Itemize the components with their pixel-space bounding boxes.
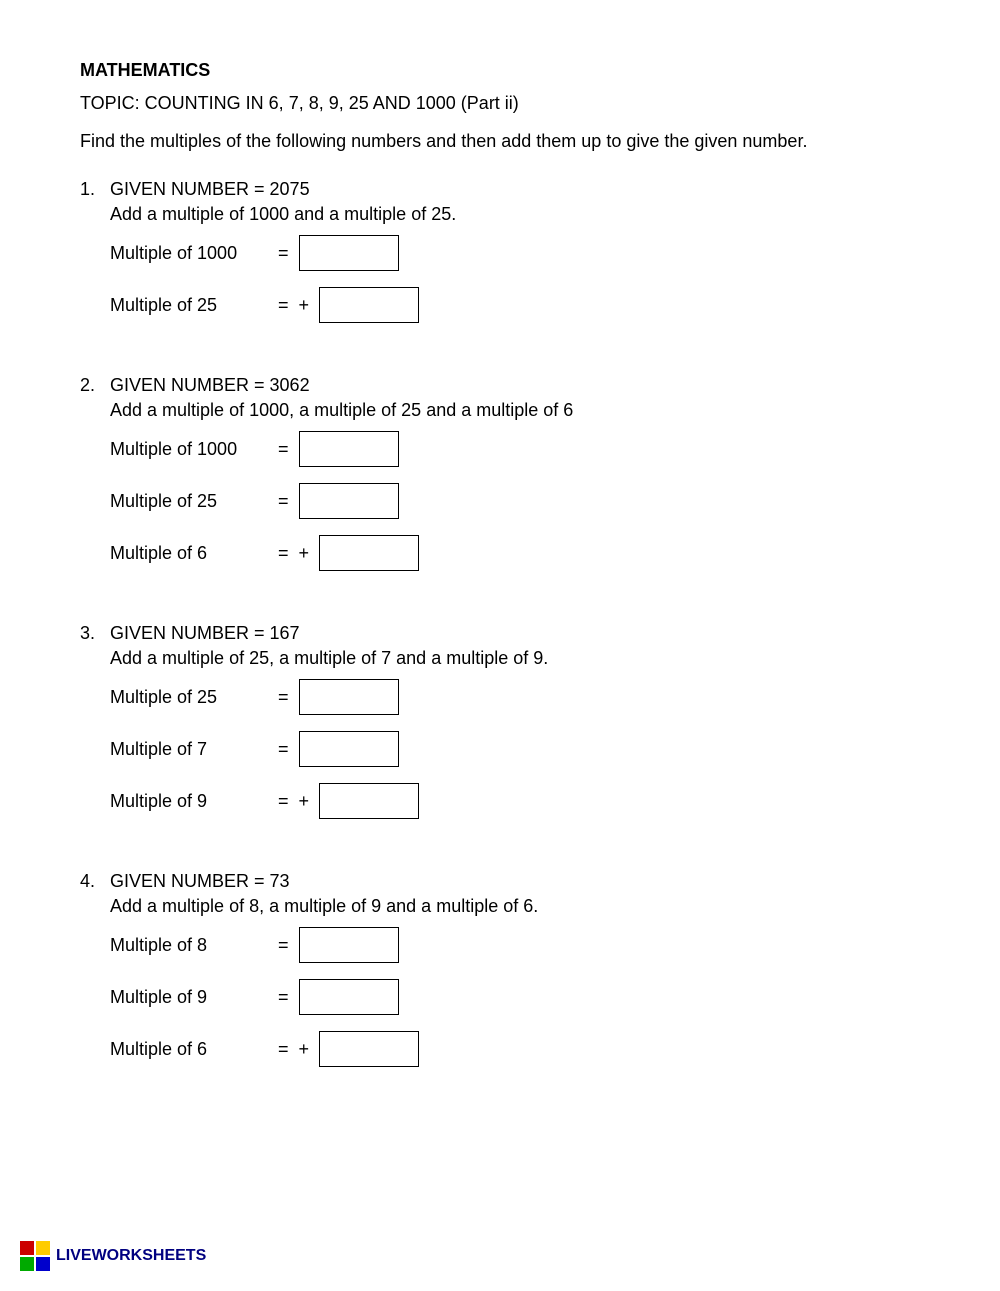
equals-sign-2-2: = <box>278 491 289 512</box>
answer-label-3-2: Multiple of 7 <box>110 739 270 760</box>
add-instruction-3: Add a multiple of 25, a multiple of 7 an… <box>110 648 920 669</box>
answer-box-2-3[interactable] <box>319 535 419 571</box>
equals-sign-4-2: = <box>278 987 289 1008</box>
equals-sign-3-3: = <box>278 791 289 812</box>
answer-box-1-1[interactable] <box>299 235 399 271</box>
logo-square-green <box>20 1257 34 1271</box>
equals-sign-3-2: = <box>278 739 289 760</box>
add-instruction-4: Add a multiple of 8, a multiple of 9 and… <box>110 896 920 917</box>
answer-box-2-1[interactable] <box>299 431 399 467</box>
question-header-1: 1.GIVEN NUMBER = 2075 Add a multiple of 1… <box>80 179 920 339</box>
plus-sign-2-3: + <box>299 543 310 564</box>
answer-row-3-1: Multiple of 25 = <box>110 679 920 715</box>
logo-square-blue <box>36 1257 50 1271</box>
answer-box-2-2[interactable] <box>299 483 399 519</box>
logo-icon <box>20 1241 50 1271</box>
question-number-4: 4. <box>80 871 110 892</box>
question-body-3: GIVEN NUMBER = 167 Add a multiple of 25, … <box>110 623 920 835</box>
given-number-3: GIVEN NUMBER = 167 <box>110 623 920 644</box>
answer-box-3-1[interactable] <box>299 679 399 715</box>
plus-sign-3-3: + <box>299 791 310 812</box>
question-body-2: GIVEN NUMBER = 3062 Add a multiple of 100… <box>110 375 920 587</box>
answer-row-2-1: Multiple of 1000 = <box>110 431 920 467</box>
answer-box-4-2[interactable] <box>299 979 399 1015</box>
equals-sign-1-1: = <box>278 243 289 264</box>
answer-label-1-1: Multiple of 1000 <box>110 243 270 264</box>
answer-box-4-1[interactable] <box>299 927 399 963</box>
question-header-4: 4.GIVEN NUMBER = 73 Add a multiple of 8, … <box>80 871 920 1083</box>
answer-box-3-3[interactable] <box>319 783 419 819</box>
add-instruction-1: Add a multiple of 1000 and a multiple of… <box>110 204 920 225</box>
answer-label-2-1: Multiple of 1000 <box>110 439 270 460</box>
given-number-1: GIVEN NUMBER = 2075 <box>110 179 920 200</box>
answer-label-2-3: Multiple of 6 <box>110 543 270 564</box>
question-item-1: 1.GIVEN NUMBER = 2075 Add a multiple of 1… <box>80 179 920 339</box>
question-number-2: 2. <box>80 375 110 396</box>
equals-sign-3-1: = <box>278 687 289 708</box>
answer-label-2-2: Multiple of 25 <box>110 491 270 512</box>
question-item-4: 4.GIVEN NUMBER = 73 Add a multiple of 8, … <box>80 871 920 1083</box>
answer-row-2-2: Multiple of 25 = <box>110 483 920 519</box>
equals-sign-1-2: = <box>278 295 289 316</box>
answer-label-3-1: Multiple of 25 <box>110 687 270 708</box>
answer-label-1-2: Multiple of 25 <box>110 295 270 316</box>
logo-text: LIVEWORKSHEETS <box>56 1247 206 1265</box>
plus-sign-1-2: + <box>299 295 310 316</box>
equals-sign-4-3: = <box>278 1039 289 1060</box>
answer-label-4-3: Multiple of 6 <box>110 1039 270 1060</box>
question-item-2: 2.GIVEN NUMBER = 3062 Add a multiple of 1… <box>80 375 920 587</box>
question-body-1: GIVEN NUMBER = 2075 Add a multiple of 100… <box>110 179 920 339</box>
add-instruction-2: Add a multiple of 1000, a multiple of 25… <box>110 400 920 421</box>
answer-box-4-3[interactable] <box>319 1031 419 1067</box>
logo-square-yellow <box>36 1241 50 1255</box>
question-header-2: 2.GIVEN NUMBER = 3062 Add a multiple of 1… <box>80 375 920 587</box>
given-number-2: GIVEN NUMBER = 3062 <box>110 375 920 396</box>
answer-row-4-2: Multiple of 9 = <box>110 979 920 1015</box>
question-body-4: GIVEN NUMBER = 73 Add a multiple of 8, a … <box>110 871 920 1083</box>
given-number-4: GIVEN NUMBER = 73 <box>110 871 920 892</box>
answer-row-3-2: Multiple of 7 = <box>110 731 920 767</box>
answer-label-4-1: Multiple of 8 <box>110 935 270 956</box>
answer-box-1-2[interactable] <box>319 287 419 323</box>
answer-label-3-3: Multiple of 9 <box>110 791 270 812</box>
answer-label-4-2: Multiple of 9 <box>110 987 270 1008</box>
topic: TOPIC: COUNTING IN 6, 7, 8, 9, 25 AND 10… <box>80 93 920 114</box>
answer-row-3-3: Multiple of 9 = + <box>110 783 920 819</box>
question-header-3: 3.GIVEN NUMBER = 167 Add a multiple of 25… <box>80 623 920 835</box>
equals-sign-4-1: = <box>278 935 289 956</box>
answer-row-4-3: Multiple of 6 = + <box>110 1031 920 1067</box>
answer-row-4-1: Multiple of 8 = <box>110 927 920 963</box>
header: MATHEMATICS TOPIC: COUNTING IN 6, 7, 8, … <box>80 60 920 155</box>
question-number-3: 3. <box>80 623 110 644</box>
liveworksheets-logo: LIVEWORKSHEETS <box>20 1241 206 1271</box>
logo-square-red <box>20 1241 34 1255</box>
answer-row-1-1: Multiple of 1000 = <box>110 235 920 271</box>
header-title: MATHEMATICS <box>80 60 920 81</box>
instructions: Find the multiples of the following numb… <box>80 128 920 155</box>
question-item-3: 3.GIVEN NUMBER = 167 Add a multiple of 25… <box>80 623 920 835</box>
questions-list: 1.GIVEN NUMBER = 2075 Add a multiple of 1… <box>80 179 920 1083</box>
answer-row-2-3: Multiple of 6 = + <box>110 535 920 571</box>
plus-sign-4-3: + <box>299 1039 310 1060</box>
answer-row-1-2: Multiple of 25 = + <box>110 287 920 323</box>
answer-box-3-2[interactable] <box>299 731 399 767</box>
footer: LIVEWORKSHEETS <box>0 1241 1000 1271</box>
equals-sign-2-1: = <box>278 439 289 460</box>
question-number-1: 1. <box>80 179 110 200</box>
equals-sign-2-3: = <box>278 543 289 564</box>
